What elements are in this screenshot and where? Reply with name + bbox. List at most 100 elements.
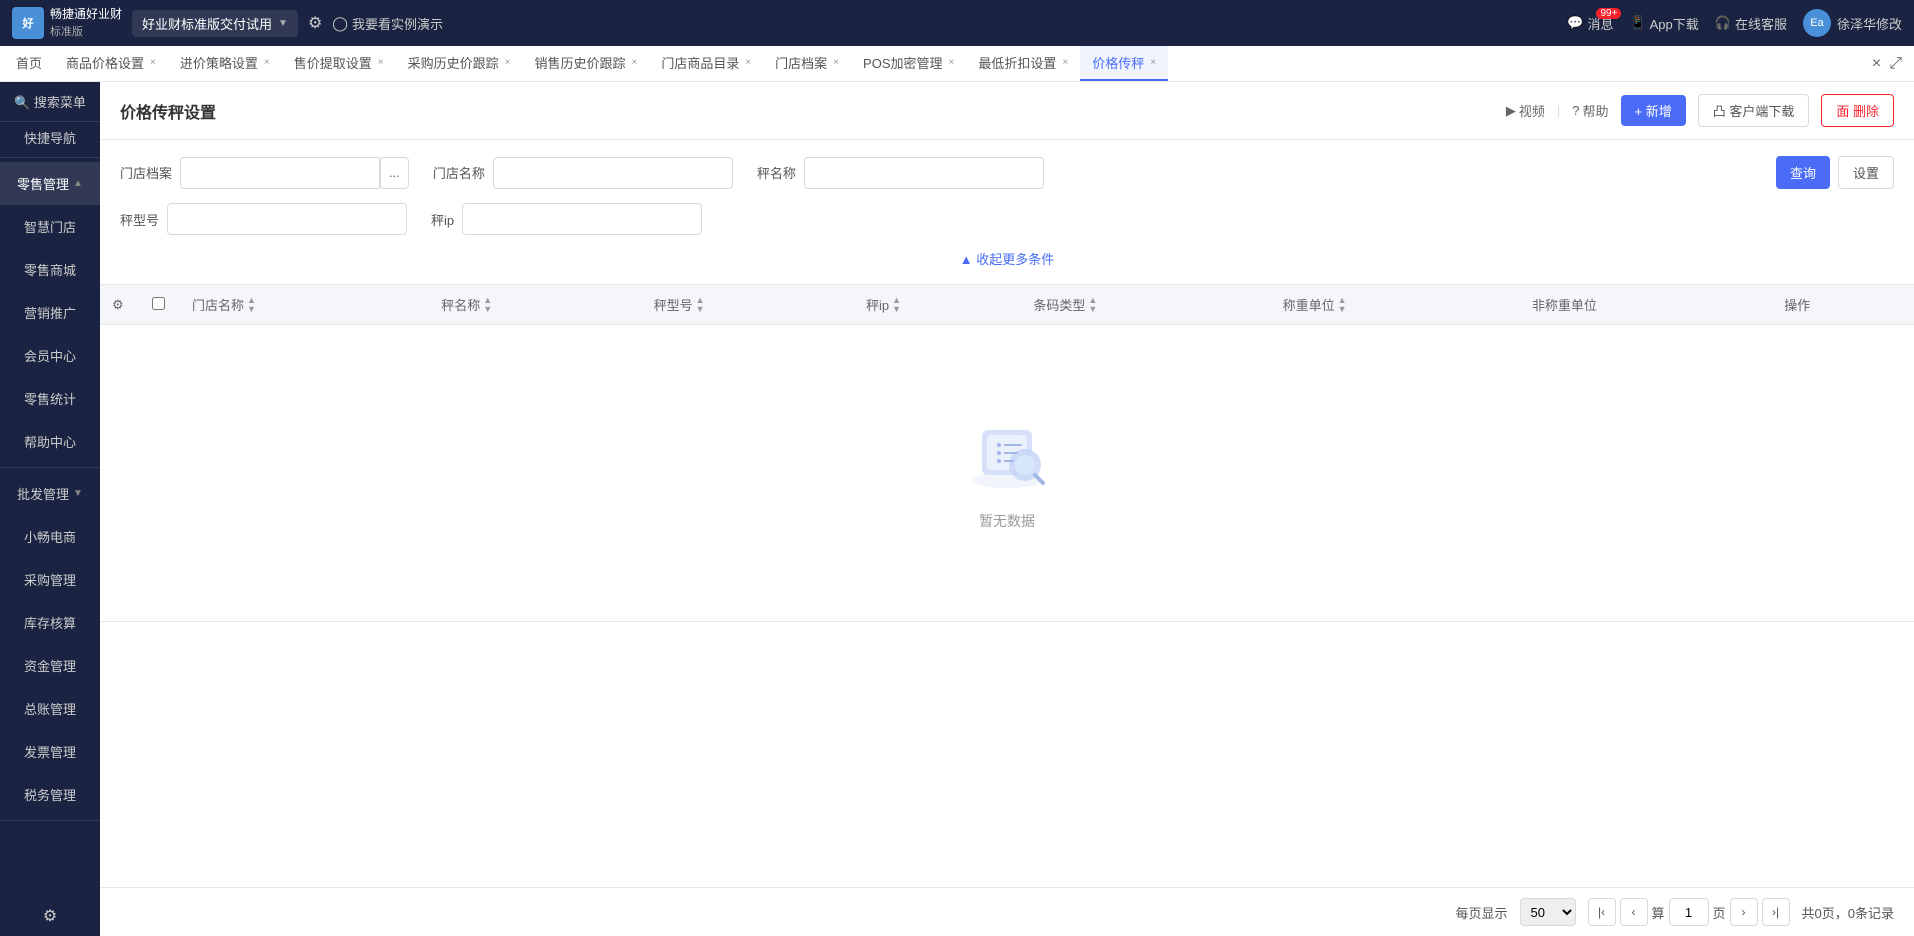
tab-purchase-history[interactable]: 采购历史价跟踪 × xyxy=(396,46,523,81)
tab-purchase-strategy[interactable]: 进价策略设置 × xyxy=(168,46,282,81)
tab-price-scale-close[interactable]: × xyxy=(1150,57,1156,68)
sidebar-item-marketing[interactable]: 营销推广 xyxy=(0,291,100,334)
scale-model-input[interactable] xyxy=(167,203,407,235)
sidebar-item-invoice-manage[interactable]: 发票管理 xyxy=(0,730,100,773)
chevron-down-icon: ▼ xyxy=(278,18,288,29)
prev-page-button[interactable]: ‹ xyxy=(1620,898,1648,926)
tab-store-catalog[interactable]: 门店商品目录 × xyxy=(649,46,763,81)
collapse-filter-button[interactable]: ▲ 收起更多条件 xyxy=(960,249,1054,268)
th-scale-model-sort[interactable]: 秤型号 ▲▼ xyxy=(654,295,842,314)
sidebar-item-member-center[interactable]: 会员中心 xyxy=(0,334,100,377)
sidebar-item-retail-mall-label: 零售商城 xyxy=(24,260,76,279)
tab-sale-history[interactable]: 销售历史价跟踪 × xyxy=(522,46,649,81)
th-store-name-sort[interactable]: 门店名称 ▲▼ xyxy=(192,295,417,314)
tab-purchase-strategy-close[interactable]: × xyxy=(264,57,270,68)
th-scale-ip[interactable]: 秤ip ▲▼ xyxy=(854,285,1021,325)
first-page-button[interactable]: |‹ xyxy=(1588,898,1616,926)
th-scale-name-sort[interactable]: 秤名称 ▲▼ xyxy=(441,295,629,314)
tab-pos-manage[interactable]: POS加密管理 × xyxy=(851,46,966,81)
demo-button-label: 我要看实例演示 xyxy=(352,14,443,33)
sidebar-quick-nav[interactable]: 快捷导航 xyxy=(0,122,100,153)
store-archive-select-button[interactable]: ... xyxy=(380,157,409,189)
sidebar-item-general-ledger[interactable]: 总账管理 xyxy=(0,687,100,730)
user-menu[interactable]: Ea 徐泽华修改 xyxy=(1803,9,1902,37)
sidebar-item-retail-manage[interactable]: 零售管理 ▲ xyxy=(0,162,100,205)
filter-store-name: 门店名称 xyxy=(433,157,733,189)
table-body: 暂无数据 xyxy=(100,325,1914,622)
next-page-button[interactable]: › xyxy=(1730,898,1758,926)
demo-button[interactable]: 我要看实例演示 xyxy=(332,14,443,33)
message-button[interactable]: 💬 消息 99+ xyxy=(1567,14,1613,33)
content-area: 价格传秤设置 ▶ 视频 | ? 帮助 + 新增 凸 客户端下载 面 xyxy=(100,82,1914,936)
tab-commodity-price[interactable]: 商品价格设置 × xyxy=(54,46,168,81)
store-name-input[interactable] xyxy=(493,157,733,189)
app-download-button[interactable]: 📱 App下载 xyxy=(1629,14,1698,33)
video-icon: ▶ xyxy=(1506,103,1516,119)
video-link[interactable]: ▶ 视频 xyxy=(1506,101,1545,120)
filter-row-1: 门店档案 ... 门店名称 秤名称 xyxy=(120,156,1894,189)
tab-store-catalog-close[interactable]: × xyxy=(745,57,751,68)
sidebar-item-xiaochu-ec[interactable]: 小畅电商 xyxy=(0,515,100,558)
tab-min-discount[interactable]: 最低折扣设置 × xyxy=(966,46,1080,81)
th-scale-ip-sort[interactable]: 秤ip ▲▼ xyxy=(866,295,1009,314)
tab-close-current-button[interactable]: × xyxy=(1872,55,1881,73)
sidebar-item-wholesale-manage[interactable]: 批发管理 ▼ xyxy=(0,472,100,515)
sidebar-divider-3 xyxy=(0,820,100,821)
sidebar-item-retail-stats[interactable]: 零售统计 xyxy=(0,377,100,420)
user-initials: Ea xyxy=(1810,17,1823,29)
tab-pos-manage-close[interactable]: × xyxy=(949,57,955,68)
sidebar-item-tax-manage[interactable]: 税务管理 xyxy=(0,773,100,816)
tab-price-scale[interactable]: 价格传秤 × xyxy=(1080,46,1168,81)
tab-fullscreen-button[interactable]: ⤢ xyxy=(1889,55,1902,73)
settings-button[interactable]: 设置 xyxy=(1838,156,1894,189)
add-button[interactable]: + 新增 xyxy=(1621,95,1686,126)
download-button[interactable]: 凸 客户端下载 xyxy=(1698,94,1810,127)
delete-button[interactable]: 面 删除 xyxy=(1821,94,1894,127)
tab-purchase-history-close[interactable]: × xyxy=(505,57,511,68)
tab-sale-extract-close[interactable]: × xyxy=(378,57,384,68)
selector-settings-icon[interactable]: ⚙ xyxy=(308,13,322,33)
message-badge: 99+ xyxy=(1596,8,1621,19)
th-barcode-type-sort[interactable]: 条码类型 ▲▼ xyxy=(1033,295,1258,314)
sort-arrows-weight-unit: ▲▼ xyxy=(1338,296,1347,314)
tab-sale-extract[interactable]: 售价提取设置 × xyxy=(282,46,396,81)
empty-state: 暂无数据 xyxy=(112,335,1902,611)
th-store-name[interactable]: 门店名称 ▲▼ xyxy=(180,285,429,325)
sidebar-item-smart-store[interactable]: 智慧门店 xyxy=(0,205,100,248)
tab-store-archive-close[interactable]: × xyxy=(833,57,839,68)
tab-min-discount-close[interactable]: × xyxy=(1062,57,1068,68)
th-scale-name[interactable]: 秤名称 ▲▼ xyxy=(429,285,641,325)
query-button[interactable]: 查询 xyxy=(1776,156,1830,189)
sidebar-settings-bottom[interactable]: ⚙ xyxy=(0,896,100,936)
sidebar-item-purchase-manage[interactable]: 采购管理 xyxy=(0,558,100,601)
tab-home[interactable]: 首页 xyxy=(4,46,54,81)
current-page-input[interactable] xyxy=(1669,898,1709,926)
tab-commodity-price-close[interactable]: × xyxy=(150,57,156,68)
version-selector[interactable]: 好业财标准版交付试用 ▼ xyxy=(132,10,298,37)
scale-name-input[interactable] xyxy=(804,157,1044,189)
th-barcode-type[interactable]: 条码类型 ▲▼ xyxy=(1021,285,1270,325)
last-page-button[interactable]: ›| xyxy=(1762,898,1790,926)
sidebar-item-help-center-label: 帮助中心 xyxy=(24,432,76,451)
sidebar-item-retail-stats-label: 零售统计 xyxy=(24,389,76,408)
sidebar-item-retail-mall[interactable]: 零售商城 xyxy=(0,248,100,291)
store-archive-input[interactable] xyxy=(180,157,380,189)
select-all-checkbox[interactable] xyxy=(152,297,165,310)
th-weight-unit-sort[interactable]: 称重单位 ▲▼ xyxy=(1283,295,1508,314)
sidebar-item-inventory[interactable]: 库存核算 xyxy=(0,601,100,644)
th-settings[interactable]: ⚙ xyxy=(100,285,140,325)
sidebar-item-capital-manage[interactable]: 资金管理 xyxy=(0,644,100,687)
help-link[interactable]: ? 帮助 xyxy=(1572,101,1608,120)
th-weight-unit[interactable]: 称重单位 ▲▼ xyxy=(1271,285,1520,325)
tab-sale-history-close[interactable]: × xyxy=(631,57,637,68)
table-header-row: ⚙ 门店名称 ▲▼ 秤名称 xyxy=(100,285,1914,325)
per-page-select[interactable]: 10 20 50 100 xyxy=(1520,898,1576,926)
query-button-label: 查询 xyxy=(1790,163,1816,182)
gear-icon: ⚙ xyxy=(43,908,57,925)
online-service-button[interactable]: 🎧 在线客服 xyxy=(1715,14,1787,33)
tab-store-archive[interactable]: 门店档案 × xyxy=(763,46,851,81)
sidebar-item-help-center[interactable]: 帮助中心 xyxy=(0,420,100,463)
scale-ip-input[interactable] xyxy=(462,203,702,235)
sidebar-search[interactable]: 🔍 搜索菜单 xyxy=(0,82,100,122)
th-scale-model[interactable]: 秤型号 ▲▼ xyxy=(642,285,854,325)
